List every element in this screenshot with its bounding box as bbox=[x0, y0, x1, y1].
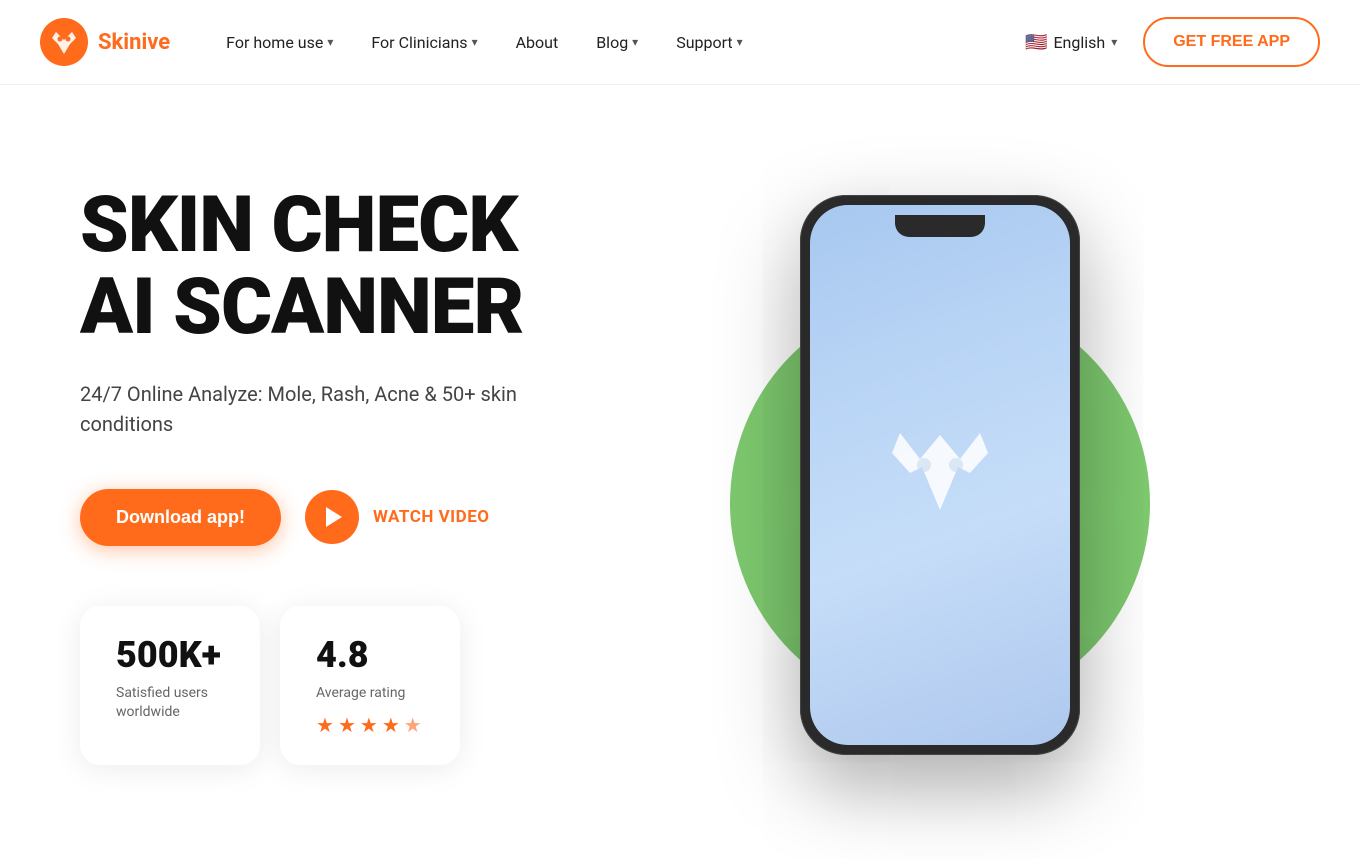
play-icon bbox=[305, 490, 359, 544]
language-selector[interactable]: 🇺🇸 English ▾ bbox=[1009, 24, 1133, 61]
navbar: Skinive For home use ▾ For Clinicians ▾ … bbox=[0, 0, 1360, 85]
nav-item-blog[interactable]: Blog ▾ bbox=[580, 25, 654, 60]
flag-icon: 🇺🇸 bbox=[1025, 32, 1047, 53]
chevron-down-icon: ▾ bbox=[472, 35, 478, 49]
nav-item-about[interactable]: About bbox=[500, 25, 575, 60]
watch-video-button[interactable]: WATCH VIDEO bbox=[305, 490, 489, 544]
phone-notch bbox=[895, 215, 985, 237]
chevron-down-icon: ▾ bbox=[737, 35, 743, 49]
nav-item-clinicians[interactable]: For Clinicians ▾ bbox=[355, 25, 493, 60]
nav-item-home-use[interactable]: For home use ▾ bbox=[210, 25, 349, 60]
stats-row: 500K+ Satisfied users worldwide 4.8 Aver… bbox=[80, 606, 680, 766]
stat-label-rating: Average rating bbox=[316, 684, 424, 704]
hero-section: SKIN CHECK AI SCANNER 24/7 Online Analyz… bbox=[0, 85, 1360, 859]
stars-row: ★ ★ ★ ★ ★ bbox=[316, 713, 424, 737]
hero-left: SKIN CHECK AI SCANNER 24/7 Online Analyz… bbox=[80, 145, 680, 765]
download-app-button[interactable]: Download app! bbox=[80, 489, 281, 546]
star-icon-2: ★ bbox=[338, 713, 356, 737]
star-icon-half: ★ bbox=[404, 713, 422, 737]
stat-label-users: Satisfied users worldwide bbox=[116, 684, 224, 723]
nav-right: 🇺🇸 English ▾ GET FREE APP bbox=[1009, 17, 1320, 67]
logo-link[interactable]: Skinive bbox=[40, 18, 170, 66]
stat-card-rating: 4.8 Average rating ★ ★ ★ ★ ★ bbox=[280, 606, 460, 766]
phone-mockup bbox=[800, 195, 1080, 755]
stat-number-users: 500K+ bbox=[116, 634, 224, 676]
stat-card-users: 500K+ Satisfied users worldwide bbox=[80, 606, 260, 766]
hero-subtitle: 24/7 Online Analyze: Mole, Rash, Acne & … bbox=[80, 379, 580, 439]
hero-right bbox=[680, 145, 1200, 845]
hero-buttons: Download app! WATCH VIDEO bbox=[80, 489, 680, 546]
chevron-down-icon: ▾ bbox=[632, 35, 638, 49]
nav-links: For home use ▾ For Clinicians ▾ About Bl… bbox=[210, 25, 1009, 60]
watch-label: WATCH VIDEO bbox=[373, 507, 489, 527]
logo-text: Skinive bbox=[98, 30, 170, 55]
phone-screen bbox=[810, 205, 1070, 745]
star-icon-1: ★ bbox=[316, 713, 334, 737]
nav-item-support[interactable]: Support ▾ bbox=[660, 25, 759, 60]
star-icon-4: ★ bbox=[382, 713, 400, 737]
phone-outer bbox=[800, 195, 1080, 755]
stat-number-rating: 4.8 bbox=[316, 634, 424, 676]
chevron-down-icon: ▾ bbox=[327, 35, 333, 49]
get-free-app-button[interactable]: GET FREE APP bbox=[1143, 17, 1320, 67]
play-triangle bbox=[326, 507, 342, 527]
hero-title: SKIN CHECK AI SCANNER bbox=[80, 185, 680, 349]
app-logo-on-screen bbox=[880, 415, 1000, 535]
logo-icon bbox=[40, 18, 88, 66]
star-icon-3: ★ bbox=[360, 713, 378, 737]
chevron-down-icon: ▾ bbox=[1111, 35, 1117, 49]
